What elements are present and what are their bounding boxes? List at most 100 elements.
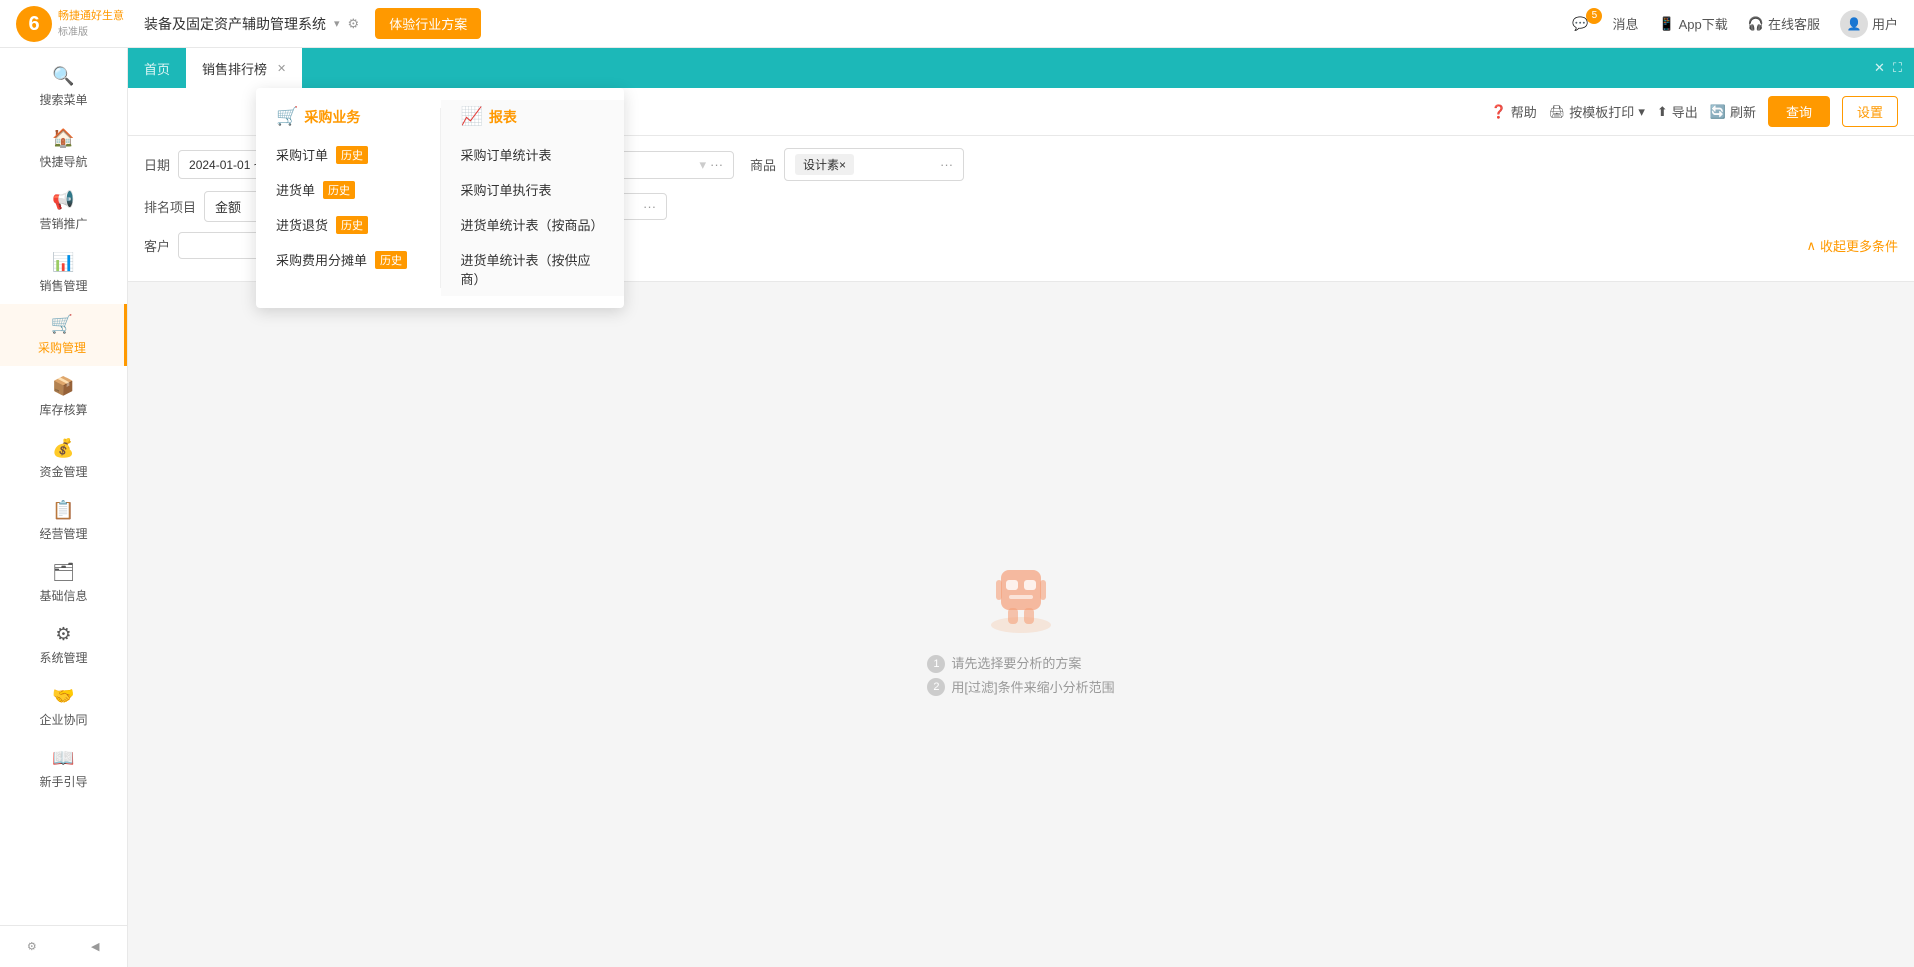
dropdown-item-expense[interactable]: 采购费用分摊单 历史: [264, 242, 432, 277]
online-service-label: 在线客服: [1768, 14, 1820, 33]
print-label: 按模板打印: [1569, 102, 1634, 121]
sidebar-item-basic-info[interactable]: 🗂 基础信息: [0, 552, 127, 614]
date-label: 日期: [144, 155, 170, 174]
help-label: 帮助: [1511, 102, 1537, 121]
sidebar-item-system[interactable]: ⚙ 系统管理: [0, 614, 127, 676]
status-more-icon[interactable]: ···: [710, 157, 723, 172]
dropdown-item-inbound-stat-supplier[interactable]: 进货单统计表（按供应商）: [449, 242, 617, 296]
tab-bar: 首页 销售排行榜 ✕ ✕ ⛶: [128, 48, 1914, 88]
refresh-icon: 🔄: [1710, 104, 1726, 120]
export-btn[interactable]: ⬆ 导出: [1657, 102, 1698, 121]
help-btn[interactable]: ❓ 帮助: [1491, 102, 1537, 121]
purchase-dropdown: 🛒 采购业务 采购订单 历史 进货单 历史 进货退货 历史: [256, 88, 624, 308]
tab-sales-rank-label: 销售排行榜: [202, 59, 267, 78]
title-dropdown-icon[interactable]: ▾: [334, 17, 340, 30]
dropdown-item-inbound-stat-goods[interactable]: 进货单统计表（按商品）: [449, 207, 617, 242]
query-btn[interactable]: 查询: [1768, 96, 1830, 127]
export-label: 导出: [1672, 102, 1698, 121]
purchase-exec-label: 采购订单执行表: [461, 180, 552, 199]
search-icon: 🔍: [52, 66, 74, 87]
app-download-btn[interactable]: 📱 App下载: [1658, 14, 1727, 33]
logo-brand: 畅捷通好生意: [58, 9, 124, 23]
purchase-stat-label: 采购订单统计表: [461, 145, 552, 164]
return-label: 进货退货: [276, 215, 328, 234]
sidebar-item-cooperation[interactable]: 🤝 企业协同: [0, 676, 127, 738]
inbound-stat-goods-label: 进货单统计表（按商品）: [461, 215, 604, 234]
inbound-label: 进货单: [276, 180, 315, 199]
sidebar-item-sales[interactable]: 📊 销售管理: [0, 242, 127, 304]
export-icon: ⬆: [1657, 104, 1668, 120]
dropdown-item-purchase-stat[interactable]: 采购订单统计表: [449, 137, 617, 172]
topbar-settings-icon[interactable]: ⚙: [348, 16, 360, 32]
book-icon: 📖: [52, 748, 74, 769]
dropdown-item-purchase-order[interactable]: 采购订单 历史: [264, 137, 432, 172]
expand-icon[interactable]: ⛶: [1893, 60, 1902, 76]
dropdown-item-inbound[interactable]: 进货单 历史: [264, 172, 432, 207]
customer-label: 客户: [144, 236, 170, 255]
tab-close-icon[interactable]: ✕: [277, 62, 286, 75]
gear-icon: ⚙: [55, 624, 71, 645]
goods-select[interactable]: 设计素× ···: [784, 148, 964, 181]
user-label: 用户: [1872, 14, 1898, 33]
tab-sales-rank[interactable]: 销售排行榜 ✕: [186, 48, 302, 88]
sidebar-item-purchase[interactable]: 🛒 采购管理: [0, 304, 127, 366]
sidebar-settings-btn[interactable]: ⚙: [0, 934, 64, 959]
sidebar-item-search[interactable]: 🔍 搜索菜单: [0, 56, 127, 118]
main-area: 🔍 搜索菜单 🏠 快捷导航 📢 营销推广 📊 销售管理 🛒 采购管: [0, 48, 1914, 967]
collapse-btn[interactable]: ∧ 收起更多条件: [1806, 236, 1898, 255]
empty-steps: 1 请先选择要分析的方案 2 用[过滤]条件来缩小分析范围: [927, 652, 1114, 699]
empty-state: 1 请先选择要分析的方案 2 用[过滤]条件来缩小分析范围: [927, 550, 1114, 699]
system-title-area: 装备及固定资产辅助管理系统 ▾ ⚙ 体验行业方案: [144, 8, 1572, 39]
salesperson-more-icon[interactable]: ···: [643, 199, 656, 214]
empty-illustration: [976, 550, 1066, 640]
purchase-order-badge: 历史: [336, 146, 368, 164]
sidebar-item-inventory[interactable]: 📦 库存核算: [0, 366, 127, 428]
megaphone-icon: 📢: [52, 190, 74, 211]
headset-icon: 🎧: [1748, 16, 1764, 32]
cart-icon: 🛒: [51, 314, 73, 335]
message-label: 消息: [1612, 14, 1638, 33]
refresh-btn[interactable]: 🔄 刷新: [1710, 102, 1756, 121]
expense-badge: 历史: [375, 251, 407, 269]
sidebar-item-marketing[interactable]: 📢 营销推广: [0, 180, 127, 242]
expense-label: 采购费用分摊单: [276, 250, 367, 269]
logo-edition: 标准版: [58, 23, 124, 38]
sidebar-item-guide[interactable]: 📖 新手引导: [0, 738, 127, 800]
goods-more-icon[interactable]: ···: [940, 157, 953, 172]
dropdown-purchase-title: 采购业务: [304, 107, 360, 127]
dropdown-item-return[interactable]: 进货退货 历史: [264, 207, 432, 242]
money-icon: 💰: [52, 438, 74, 459]
message-badge: 5: [1586, 8, 1602, 24]
sidebar-bottom: ⚙ ◀: [0, 925, 127, 967]
phone-icon: 📱: [1658, 16, 1674, 32]
empty-text-2: 用[过滤]条件来缩小分析范围: [951, 676, 1114, 699]
status-dropdown-icon: ▾: [700, 157, 707, 173]
box-icon: 📦: [52, 376, 74, 397]
goods-filter: 商品 设计素× ···: [750, 148, 964, 181]
sidebar-item-quick-nav[interactable]: 🏠 快捷导航: [0, 118, 127, 180]
close-window-icon[interactable]: ✕: [1874, 60, 1885, 76]
online-service-btn[interactable]: 🎧 在线客服: [1748, 14, 1820, 33]
sidebar-item-finance[interactable]: 💰 资金管理: [0, 428, 127, 490]
settings-bottom-icon: ⚙: [27, 940, 37, 953]
app-download-label: App下载: [1679, 14, 1728, 33]
print-btn[interactable]: 🖨 按模板打印 ▾: [1549, 102, 1645, 121]
dropdown-report-header: 📈 报表: [449, 100, 617, 137]
sidebar-collapse-btn[interactable]: ◀: [64, 934, 128, 959]
dropdown-item-purchase-exec[interactable]: 采购订单执行表: [449, 172, 617, 207]
sidebar-item-operation[interactable]: 📋 经营管理: [0, 490, 127, 552]
empty-step-2: 2 用[过滤]条件来缩小分析范围: [927, 676, 1114, 699]
dropdown-report-title: 报表: [489, 107, 517, 127]
chart-icon: 📊: [52, 252, 74, 273]
sidebar-label-cooperation: 企业协同: [39, 711, 87, 728]
setting-btn[interactable]: 设置: [1842, 96, 1898, 127]
user-avatar: 👤: [1840, 10, 1868, 38]
goods-tag: 设计素×: [795, 154, 854, 175]
industry-btn[interactable]: 体验行业方案: [375, 8, 481, 39]
report-col-icon: 📈: [461, 106, 483, 127]
sidebar-label-sales: 销售管理: [39, 277, 87, 294]
tab-home[interactable]: 首页: [128, 48, 186, 88]
user-menu[interactable]: 👤 用户: [1840, 10, 1898, 38]
sidebar-label-operation: 经营管理: [39, 525, 87, 542]
message-btn[interactable]: 💬 5 消息: [1572, 14, 1638, 33]
